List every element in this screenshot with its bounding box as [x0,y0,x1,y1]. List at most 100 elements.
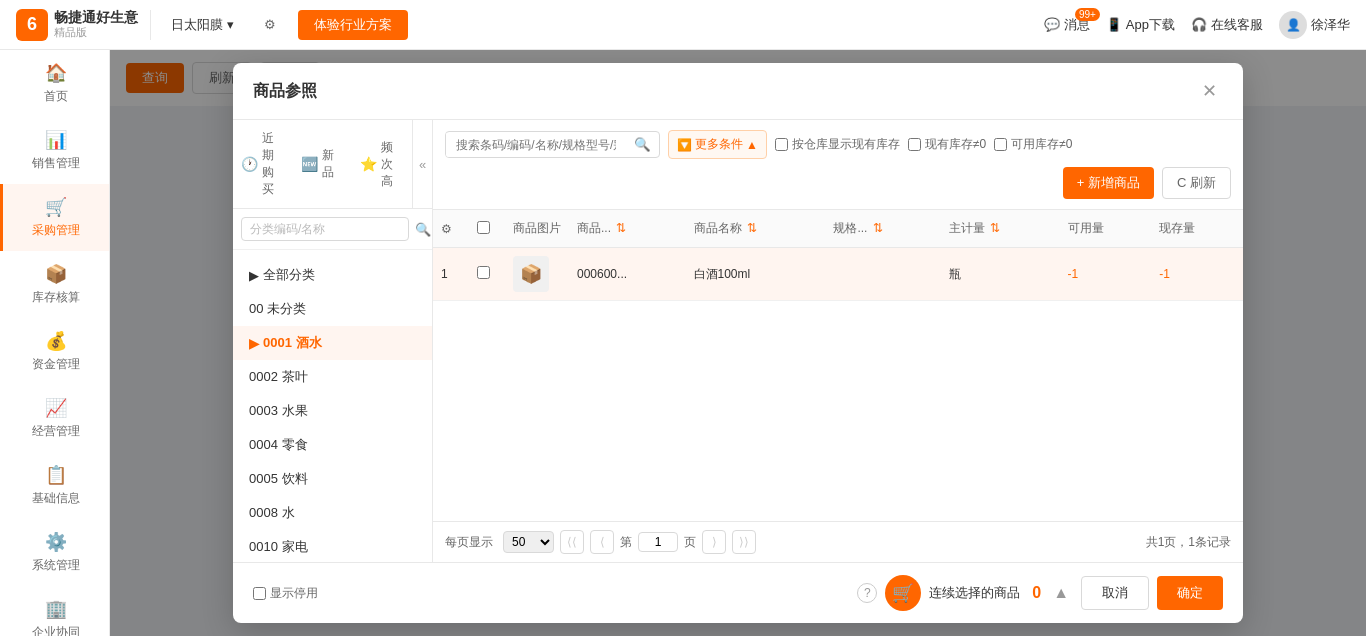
filter-icon: 🔽 [677,138,692,152]
tab-frequent[interactable]: ⭐ 频次高 [352,120,412,208]
user-avatar[interactable]: 👤 徐泽华 [1279,11,1350,39]
username-label: 徐泽华 [1311,16,1350,34]
available-stock-checkbox-input[interactable] [994,138,1007,151]
messages-badge: 99+ [1075,8,1100,21]
sales-icon: 📊 [45,129,67,151]
settings-icon[interactable]: ⚙ [254,9,286,41]
headset-icon: 🎧 [1191,17,1207,32]
category-0003[interactable]: 0003 水果 [233,394,432,428]
trial-button[interactable]: 体验行业方案 [298,10,408,40]
page-first-button[interactable]: ⟨⟨ [560,530,584,554]
message-icon: 💬 [1044,17,1060,32]
col-name-label: 商品名称 [694,221,742,235]
modal-footer: 显示停用 ? 🛒 连续选择的商品 0 ▲ 取消 确定 [233,562,1243,623]
right-panel: 🔍 🔽 更多条件 ▲ 按仓库显示现有库存 [433,120,1243,562]
page-prev-button[interactable]: ⟨ [590,530,614,554]
page-size-select[interactable]: 50 20 100 [503,531,554,553]
collapse-left-panel-button[interactable]: « [412,120,432,208]
category-0004[interactable]: 0004 零食 [233,428,432,462]
category-0010-label: 0010 家电 [249,538,308,556]
col-checkbox [469,210,505,248]
product-search-input[interactable] [446,133,626,157]
category-0010[interactable]: 0010 家电 [233,530,432,562]
sidebar-item-system[interactable]: ⚙️ 系统管理 [0,519,109,586]
cart-collapse-icon[interactable]: ▲ [1053,584,1069,602]
tab-recent-purchase[interactable]: 🕐 近期购买 [233,120,293,208]
category-00[interactable]: 00 未分类 [233,292,432,326]
cart-icon[interactable]: 🛒 [885,575,921,611]
col-unit[interactable]: 主计量 ⇅ [941,210,1060,248]
product-table: ⚙ 商品图片 商品... ⇅ [433,210,1243,301]
product-search-bar: 🔍 [445,131,660,158]
app-download-btn[interactable]: 📱 App下载 [1106,16,1175,34]
sidebar-item-sales[interactable]: 📊 销售管理 [0,117,109,184]
cancel-button[interactable]: 取消 [1081,576,1149,610]
enterprise-icon: 🏢 [45,598,67,620]
by-warehouse-checkbox[interactable]: 按仓库显示现有库存 [775,136,900,153]
sidebar-item-inventory[interactable]: 📦 库存核算 [0,251,109,318]
table-row[interactable]: 1 📦 000600... 白酒100ml [433,248,1243,301]
row-code: 000600... [569,248,686,301]
col-unit-label: 主计量 [949,221,985,235]
sidebar-item-home[interactable]: 🏠 首页 [0,50,109,117]
row-checkbox-cell [469,248,505,301]
col-name[interactable]: 商品名称 ⇅ [686,210,826,248]
category-search-icon[interactable]: 🔍 [415,222,431,237]
refresh-button[interactable]: C 刷新 [1162,167,1231,199]
col-image: 商品图片 [505,210,569,248]
logo-icon: 6 [16,9,48,41]
category-0001[interactable]: ▶ 0001 酒水 [233,326,432,360]
sidebar-item-operations[interactable]: 📈 经营管理 [0,385,109,452]
modal-body: 🕐 近期购买 🆕 新品 ⭐ 频次高 « [233,120,1243,562]
store-selector[interactable]: 日太阳膜 ▾ [163,12,242,38]
col-spec[interactable]: 规格... ⇅ [825,210,940,248]
tab-new-products[interactable]: 🆕 新品 [293,120,353,208]
page-next-button[interactable]: ⟩ [702,530,726,554]
col-code[interactable]: 商品... ⇅ [569,210,686,248]
sidebar-label-inventory: 库存核算 [32,289,80,306]
row-checkbox[interactable] [477,266,490,279]
sidebar: 🏠 首页 📊 销售管理 🛒 采购管理 📦 库存核算 💰 资金管理 📈 经营管理 … [0,50,110,636]
store-name: 日太阳膜 [171,16,223,34]
system-icon: ⚙️ [45,531,67,553]
category-all[interactable]: ▶ 全部分类 [233,258,432,292]
online-service-btn[interactable]: 🎧 在线客服 [1191,16,1263,34]
category-0008[interactable]: 0008 水 [233,496,432,530]
category-0005[interactable]: 0005 饮料 [233,462,432,496]
home-icon: 🏠 [45,62,67,84]
col-unit-sort-icon: ⇅ [990,221,1000,235]
sidebar-label-purchase: 采购管理 [32,222,80,239]
new-icon: 🆕 [301,156,318,172]
sidebar-item-purchase[interactable]: 🛒 采购管理 [0,184,109,251]
more-filters-button[interactable]: 🔽 更多条件 ▲ [668,130,767,159]
existing-stock-checkbox-input[interactable] [908,138,921,151]
existing-stock-checkbox[interactable]: 现有库存≠0 [908,136,986,153]
by-warehouse-checkbox-input[interactable] [775,138,788,151]
category-0002[interactable]: 0002 茶叶 [233,360,432,394]
messages-btn[interactable]: 💬 消息 99+ [1044,16,1090,34]
col-settings[interactable]: ⚙ [433,210,469,248]
finance-icon: 💰 [45,330,67,352]
sidebar-item-basic-info[interactable]: 📋 基础信息 [0,452,109,519]
page-number-input[interactable] [638,532,678,552]
confirm-button[interactable]: 确定 [1157,576,1223,610]
available-stock-checkbox[interactable]: 可用库存≠0 [994,136,1072,153]
topbar-right: 💬 消息 99+ 📱 App下载 🎧 在线客服 👤 徐泽华 [1044,11,1350,39]
help-icon[interactable]: ? [857,583,877,603]
show-disabled-input[interactable] [253,587,266,600]
existing-stock-label: 现有库存≠0 [925,136,986,153]
content-area: 查询 刷新 设置 商品参照 ✕ 🕐 [110,50,1366,636]
category-list: ▶ 全部分类 00 未分类 ▶ 0001 酒水 0002 茶 [233,250,432,562]
sidebar-item-finance[interactable]: 💰 资金管理 [0,318,109,385]
select-all-checkbox[interactable] [477,221,490,234]
modal-close-button[interactable]: ✕ [1195,77,1223,105]
sidebar-item-enterprise[interactable]: 🏢 企业协同 [0,586,109,636]
show-disabled-label: 显示停用 [270,585,318,602]
category-search-input[interactable] [241,217,409,241]
add-product-button[interactable]: + 新增商品 [1063,167,1154,199]
product-search-button[interactable]: 🔍 [626,132,659,157]
cart-text: 连续选择的商品 [929,584,1020,602]
row-spec [825,248,940,301]
show-disabled-checkbox[interactable]: 显示停用 [253,585,318,602]
page-last-button[interactable]: ⟩⟩ [732,530,756,554]
